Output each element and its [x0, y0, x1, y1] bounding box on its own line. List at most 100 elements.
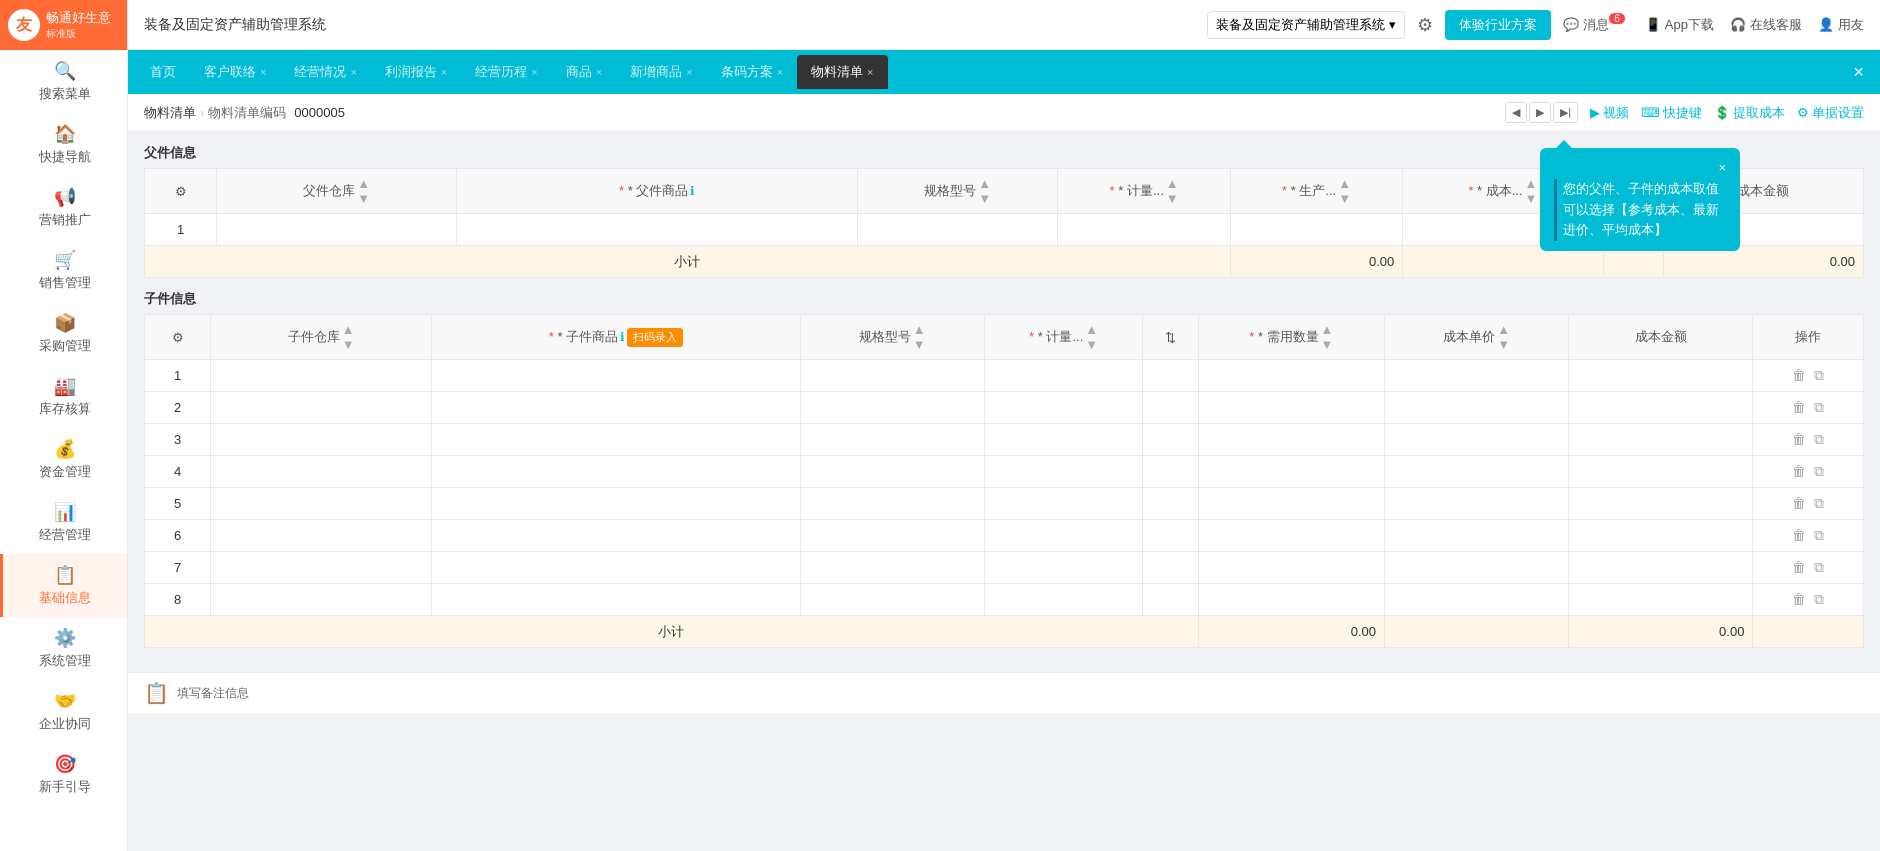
prev-button[interactable]: ◀: [1505, 102, 1527, 123]
child-th-settings[interactable]: ⚙: [145, 315, 211, 360]
extract-cost-action[interactable]: 💲 提取成本: [1714, 104, 1785, 122]
child-spec-cell[interactable]: [800, 424, 984, 456]
sidebar-item-inventory[interactable]: 🏭 库存核算: [0, 365, 127, 428]
child-unit-cost-cell[interactable]: [1385, 424, 1569, 456]
nav-close-button[interactable]: ×: [1845, 58, 1872, 87]
tooltip-close-button[interactable]: ×: [1718, 158, 1726, 179]
sidebar-item-enterprise[interactable]: 🤝 企业协同: [0, 680, 127, 743]
child-qty-cell[interactable]: [1198, 424, 1384, 456]
copy-icon[interactable]: ⧉: [1812, 365, 1826, 385]
trial-button[interactable]: 体验行业方案: [1445, 10, 1551, 40]
parent-prod-cell[interactable]: [1230, 214, 1402, 246]
parent-product-cell[interactable]: [457, 214, 858, 246]
parent-spec-cell[interactable]: [858, 214, 1058, 246]
tab-close-icon[interactable]: ×: [350, 66, 356, 78]
child-product-cell[interactable]: [432, 392, 800, 424]
child-product-cell[interactable]: [432, 424, 800, 456]
child-spec-cell[interactable]: [800, 584, 984, 616]
sidebar-item-finance[interactable]: 💰 资金管理: [0, 428, 127, 491]
delete-icon[interactable]: 🗑: [1790, 397, 1808, 417]
child-qty-cell[interactable]: [1198, 584, 1384, 616]
child-product-cell[interactable]: [432, 552, 800, 584]
tab-goods[interactable]: 商品×: [552, 55, 616, 89]
child-spec-cell[interactable]: [800, 392, 984, 424]
child-product-cell[interactable]: [432, 360, 800, 392]
child-warehouse-cell[interactable]: [211, 584, 432, 616]
child-product-cell[interactable]: [432, 456, 800, 488]
tab-close-icon[interactable]: ×: [777, 66, 783, 78]
child-qty-cell[interactable]: [1198, 360, 1384, 392]
child-qty-cell[interactable]: [1198, 520, 1384, 552]
parent-th-settings[interactable]: ⚙: [145, 169, 217, 214]
sidebar-item-operation[interactable]: 📊 经营管理: [0, 491, 127, 554]
sidebar-item-basic-info[interactable]: 📋 基础信息: [0, 554, 127, 617]
app-download-button[interactable]: 📱 App下载: [1645, 16, 1714, 34]
copy-icon[interactable]: ⧉: [1812, 525, 1826, 545]
sidebar-item-search[interactable]: 🔍 搜索菜单: [0, 50, 127, 113]
tab-close-icon[interactable]: ×: [686, 66, 692, 78]
child-product-cell[interactable]: [432, 520, 800, 552]
child-warehouse-cell[interactable]: [211, 360, 432, 392]
child-warehouse-cell[interactable]: [211, 520, 432, 552]
child-warehouse-cell[interactable]: [211, 392, 432, 424]
delete-icon[interactable]: 🗑: [1790, 429, 1808, 449]
tab-close-icon[interactable]: ×: [531, 66, 537, 78]
child-qty-cell[interactable]: [1198, 456, 1384, 488]
bottom-text[interactable]: 填写备注信息: [177, 685, 249, 702]
child-qty-cell[interactable]: [1198, 392, 1384, 424]
child-warehouse-cell[interactable]: [211, 552, 432, 584]
next-button[interactable]: ▶: [1529, 102, 1551, 123]
parent-warehouse-cell[interactable]: [217, 214, 457, 246]
child-spec-cell[interactable]: [800, 520, 984, 552]
view-action[interactable]: ▶ 视频: [1590, 104, 1629, 122]
sidebar-item-system[interactable]: ⚙️ 系统管理: [0, 617, 127, 680]
delete-icon[interactable]: 🗑: [1790, 557, 1808, 577]
child-warehouse-cell[interactable]: [211, 456, 432, 488]
sidebar-item-quick-nav[interactable]: 🏠 快捷导航: [0, 113, 127, 176]
delete-icon[interactable]: 🗑: [1790, 493, 1808, 513]
child-unit-cost-cell[interactable]: [1385, 520, 1569, 552]
child-unit-cost-cell[interactable]: [1385, 552, 1569, 584]
last-button[interactable]: ▶|: [1553, 102, 1578, 123]
copy-icon[interactable]: ⧉: [1812, 461, 1826, 481]
child-unit-cell[interactable]: [984, 488, 1143, 520]
delete-icon[interactable]: 🗑: [1790, 589, 1808, 609]
child-unit-cell[interactable]: [984, 360, 1143, 392]
child-unit-cell[interactable]: [984, 392, 1143, 424]
shortcut-action[interactable]: ⌨ 快捷键: [1641, 104, 1702, 122]
settings-icon[interactable]: ⚙: [1417, 14, 1433, 36]
tab-close-icon[interactable]: ×: [596, 66, 602, 78]
child-qty-cell[interactable]: [1198, 488, 1384, 520]
child-product-cell[interactable]: [432, 488, 800, 520]
copy-icon[interactable]: ⧉: [1812, 557, 1826, 577]
tab-home[interactable]: 首页: [136, 55, 190, 89]
sidebar-item-guide[interactable]: 🎯 新手引导: [0, 743, 127, 806]
scan-button[interactable]: 扫码录入: [627, 328, 683, 347]
parent-unit-cell[interactable]: [1058, 214, 1230, 246]
tab-close-icon[interactable]: ×: [867, 66, 873, 78]
tab-operation-history[interactable]: 经营历程×: [461, 55, 551, 89]
sidebar-item-marketing[interactable]: 📢 营销推广: [0, 176, 127, 239]
system-dropdown[interactable]: 装备及固定资产辅助管理系统 ▾: [1207, 11, 1405, 39]
tab-bom[interactable]: 物料清单×: [797, 55, 887, 89]
child-unit-cell[interactable]: [984, 424, 1143, 456]
child-spec-cell[interactable]: [800, 456, 984, 488]
child-unit-cell[interactable]: [984, 456, 1143, 488]
child-unit-cell[interactable]: [984, 584, 1143, 616]
user-menu[interactable]: 👤 用友: [1818, 16, 1864, 34]
child-unit-cost-cell[interactable]: [1385, 456, 1569, 488]
copy-icon[interactable]: ⧉: [1812, 493, 1826, 513]
sidebar-item-purchase[interactable]: 📦 采购管理: [0, 302, 127, 365]
tab-barcode[interactable]: 条码方案×: [707, 55, 797, 89]
child-spec-cell[interactable]: [800, 360, 984, 392]
copy-icon[interactable]: ⧉: [1812, 589, 1826, 609]
child-warehouse-cell[interactable]: [211, 488, 432, 520]
copy-icon[interactable]: ⧉: [1812, 429, 1826, 449]
tab-customer[interactable]: 客户联络×: [190, 55, 280, 89]
child-spec-cell[interactable]: [800, 488, 984, 520]
breadcrumb-bom[interactable]: 物料清单: [144, 104, 196, 122]
delete-icon[interactable]: 🗑: [1790, 461, 1808, 481]
tab-new-goods[interactable]: 新增商品×: [616, 55, 706, 89]
sidebar-item-sales[interactable]: 🛒 销售管理: [0, 239, 127, 302]
copy-icon[interactable]: ⧉: [1812, 397, 1826, 417]
